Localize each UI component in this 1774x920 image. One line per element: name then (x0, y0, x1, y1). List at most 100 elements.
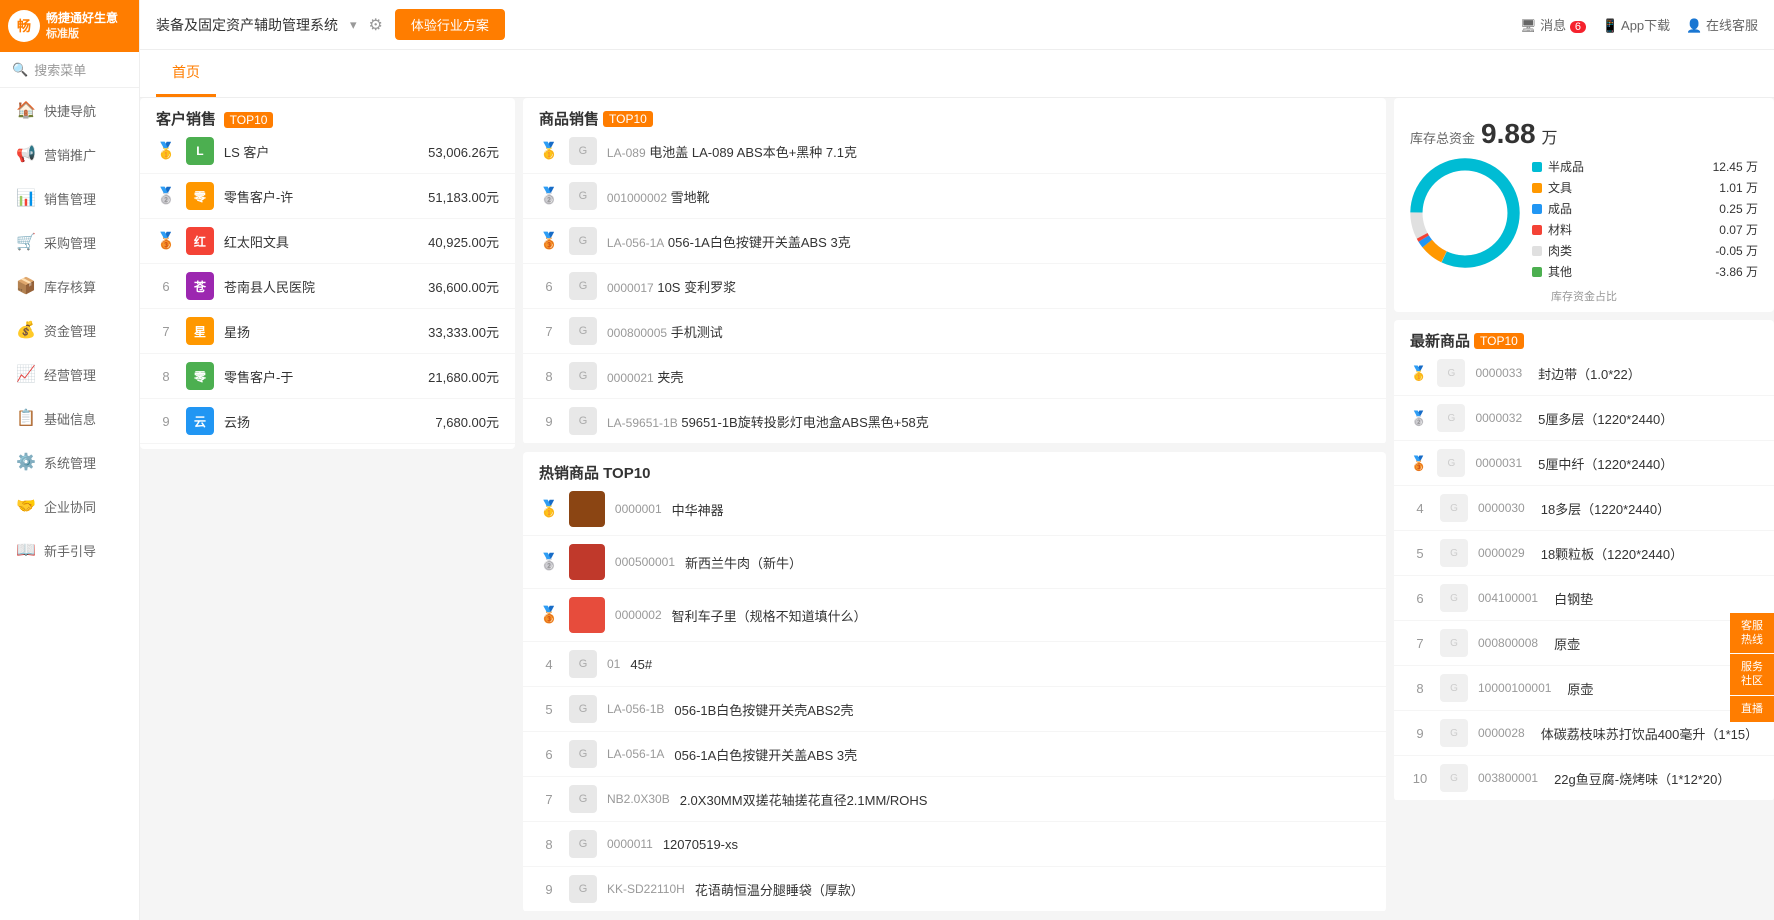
hot-products-card: 热销商品 TOP10 🥇 0000001 中华神器 🥈 000500001 新西… (523, 452, 1386, 912)
hot-product-name: 12070519-xs (663, 837, 738, 852)
product-rank-item: 🥈 G 001000002 雪地靴 (523, 174, 1386, 219)
hot-product-code: 0000011 (607, 837, 653, 851)
new-product-name: 原壶 (1554, 634, 1580, 653)
new-product-item: 10 G 003800001 22g鱼豆腐-烧烤味（1*12*20） (1394, 756, 1774, 801)
hot-product-code: LA-056-1A (607, 747, 664, 761)
new-product-name: 体碳荔枝味苏打饮品400毫升（1*15） (1541, 724, 1758, 743)
customer-avatar: 零 (186, 182, 214, 210)
app-download[interactable]: 📱 App下载 (1602, 15, 1670, 34)
search-label: 搜索菜单 (34, 60, 86, 79)
center-panel: 商品销售 TOP10 🥇 G LA-089 电池盖 LA-089 ABS本色+黑… (515, 98, 1394, 920)
new-product-item: 8 G 10000100001 原壶 (1394, 666, 1774, 711)
tab-home[interactable]: 首页 (156, 50, 216, 97)
sidebar-item-label: 采购管理 (44, 233, 96, 252)
product-code: 0000017 (607, 281, 654, 295)
new-product-item: 9 G 0000028 体碳荔枝味苏打饮品400毫升（1*15） (1394, 711, 1774, 756)
product-code: LA-089 (607, 146, 646, 160)
legend-dot (1532, 183, 1542, 193)
customer-rank-item: 🥉 红 红太阳文具 40,925.00元 (140, 219, 515, 264)
page-body: 客户销售 TOP10 🥇 L LS 客户 53,006.26元 🥈 零 零售客户… (140, 98, 1774, 920)
product-code: 001000002 (607, 191, 667, 205)
sidebar-item-management[interactable]: 📈 经营管理 (0, 352, 139, 396)
inventory-unit: 万 (1542, 124, 1558, 148)
sidebar-item-label: 企业协同 (44, 497, 96, 516)
sidebar-item-marketing[interactable]: 📢 营销推广 (0, 132, 139, 176)
new-product-name: 5厘中纤（1220*2440） (1538, 454, 1673, 473)
float-service-button[interactable]: 直播 (1730, 696, 1774, 722)
product-top10-badge: TOP10 (603, 111, 653, 127)
sidebar-search[interactable]: 🔍 搜索菜单 (0, 52, 139, 88)
new-product-name: 5厘多层（1220*2440） (1538, 409, 1673, 428)
sidebar-item-purchase[interactable]: 🛒 采购管理 (0, 220, 139, 264)
online-service[interactable]: 👤 在线客服 (1686, 15, 1758, 34)
hot-product-img: G (569, 740, 597, 768)
sidebar-item-sales[interactable]: 📊 销售管理 (0, 176, 139, 220)
dropdown-arrow-icon[interactable]: ▾ (350, 17, 357, 33)
new-product-name: 白钢垫 (1554, 589, 1593, 608)
basic-icon: 📋 (16, 408, 36, 428)
nav-tabs: 首页 (140, 50, 1774, 98)
customer-avatar: 红 (186, 227, 214, 255)
guide-icon: 📖 (16, 540, 36, 560)
sidebar-item-guide[interactable]: 📖 新手引导 (0, 528, 139, 572)
sidebar-item-system[interactable]: ⚙️ 系统管理 (0, 440, 139, 484)
sidebar-item-home[interactable]: 🏠 快捷导航 (0, 88, 139, 132)
float-service-button[interactable]: 服务 社区 (1730, 654, 1774, 695)
product-top10-card: 商品销售 TOP10 🥇 G LA-089 电池盖 LA-089 ABS本色+黑… (523, 98, 1386, 444)
product-rank-item: 9 G LA-59651-1B 59651-1B旋转投影灯电池盒ABS黑色+58… (523, 399, 1386, 444)
new-product-code: 0000031 (1475, 456, 1522, 470)
legend-name: 半成品 (1548, 158, 1713, 175)
customer-top10-badge: TOP10 (224, 112, 274, 128)
sidebar-item-basic[interactable]: 📋 基础信息 (0, 396, 139, 440)
new-product-item: 🥈 G 0000032 5厘多层（1220*2440） (1394, 396, 1774, 441)
settings-icon[interactable]: ⚙ (369, 15, 383, 35)
customer-rank-item: 🥇 L LS 客户 53,006.26元 (140, 129, 515, 174)
legend-value: 0.25 万 (1719, 200, 1758, 217)
legend-name: 肉类 (1548, 242, 1715, 259)
legend-item: 其他 -3.86 万 (1532, 263, 1758, 280)
product-rank-item: 6 G 0000017 10S 变利罗浆 (523, 264, 1386, 309)
customer-avatar: L (186, 137, 214, 165)
legend-name: 成品 (1548, 200, 1719, 217)
customer-rank-item: 6 苍 苍南县人民医院 36,600.00元 (140, 264, 515, 309)
customer-name: 红太阳文具 (224, 232, 418, 251)
sidebar-item-finance[interactable]: 💰 资金管理 (0, 308, 139, 352)
hot-product-code: LA-056-1B (607, 702, 664, 716)
donut-chart (1410, 158, 1520, 268)
sidebar-item-label: 基础信息 (44, 409, 96, 428)
hot-product-img: G (569, 695, 597, 723)
message-badge: 6 (1570, 21, 1586, 33)
legend-dot (1532, 267, 1542, 277)
message-area[interactable]: 🖥 消息 6 (1520, 15, 1586, 34)
customer-value: 33,333.00元 (428, 322, 499, 341)
product-name: 056-1A白色按键开关盖ABS 3克 (668, 235, 851, 250)
legend-dot (1532, 204, 1542, 214)
inventory-chart-label: 库存资金占比 (1394, 288, 1774, 312)
sidebar-item-label: 资金管理 (44, 321, 96, 340)
hot-product-item: 🥉 0000002 智利车子里（规格不知道填什么） (523, 589, 1386, 642)
medal-icon: 🥇 (156, 141, 176, 161)
float-service-button[interactable]: 客服 热线 (1730, 613, 1774, 654)
customer-value: 51,183.00元 (428, 187, 499, 206)
customer-top10-title: 客户销售 (156, 111, 216, 128)
medal-icon: 🥉 (539, 231, 559, 251)
legend-value: 12.45 万 (1713, 158, 1758, 175)
topbar-right: 🖥 消息 6 📱 App下载 👤 在线客服 (1520, 15, 1758, 34)
hot-products-title: 热销商品 TOP10 (539, 465, 650, 482)
new-product-item: 7 G 000800008 原壶 (1394, 621, 1774, 666)
sidebar-item-cooperation[interactable]: 🤝 企业协同 (0, 484, 139, 528)
legend-item: 成品 0.25 万 (1532, 200, 1758, 217)
hot-product-name: 2.0X30MM双搓花轴搓花直径2.1MM/ROHS (680, 790, 928, 809)
product-img: G (569, 407, 597, 435)
new-product-code: 0000028 (1478, 726, 1525, 740)
customer-value: 53,006.26元 (428, 142, 499, 161)
new-product-code: 0000029 (1478, 546, 1525, 560)
legend-dot (1532, 162, 1542, 172)
hot-product-item: 4 G 01 45# (523, 642, 1386, 687)
sidebar-item-inventory[interactable]: 📦 库存核算 (0, 264, 139, 308)
experience-button[interactable]: 体验行业方案 (395, 9, 505, 40)
hot-product-name: 新西兰牛肉（新牛） (685, 553, 802, 572)
new-product-item: 🥉 G 0000031 5厘中纤（1220*2440） (1394, 441, 1774, 486)
legend-item: 肉类 -0.05 万 (1532, 242, 1758, 259)
sidebar-item-label: 经营管理 (44, 365, 96, 384)
